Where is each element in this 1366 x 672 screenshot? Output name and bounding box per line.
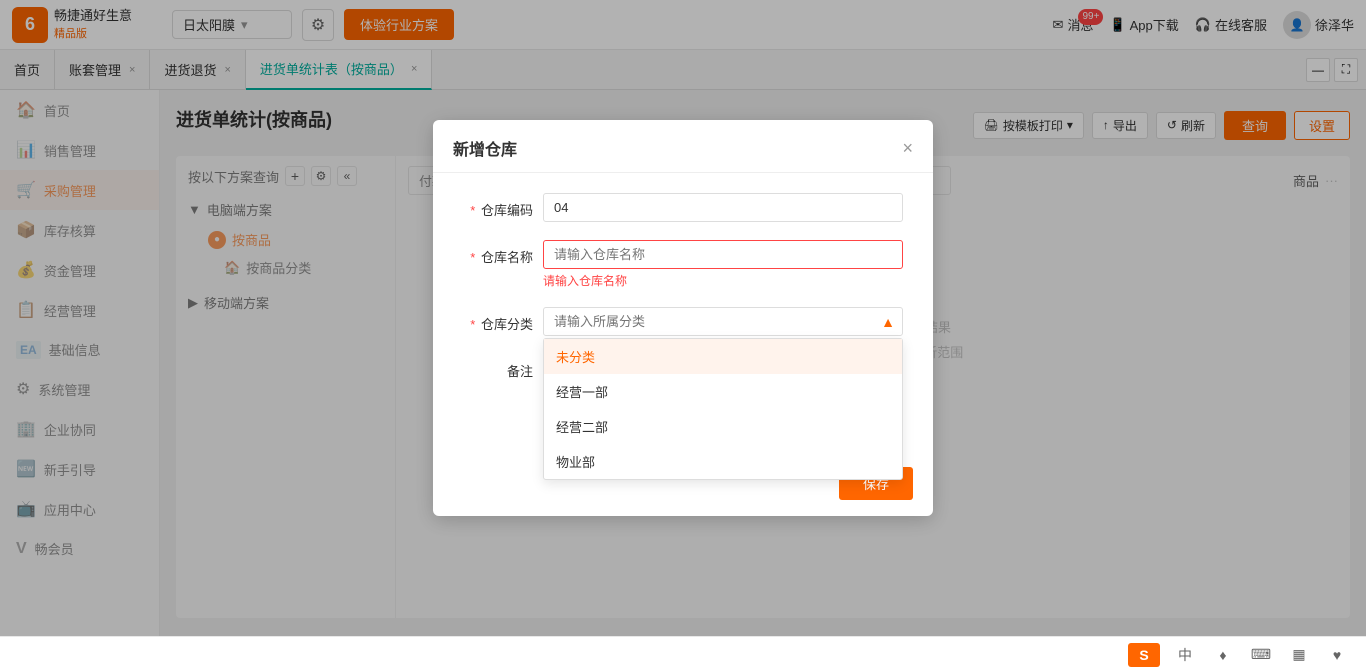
keyboard-icon[interactable]: ⌨ [1248,642,1274,668]
chinese-icon[interactable]: 中 [1172,642,1198,668]
name-error-msg: 请输入仓库名称 [543,272,903,289]
category-control: ▲ 未分类 经营一部 经营二部 物业部 [543,307,903,336]
category-dropdown: 未分类 经营一部 经营二部 物业部 [543,338,903,480]
name-control: 请输入仓库名称 [543,240,903,289]
note-label: 备注 [463,354,533,380]
name-input[interactable] [543,240,903,269]
status-bar: S 中 ♦ ⌨ ▦ ♥ [0,636,1366,672]
dialog-body: * 仓库编码 * 仓库名称 请输入仓库名称 [433,173,933,455]
code-input[interactable] [543,193,903,222]
name-required-star: * [470,250,475,265]
category-field-row: * 仓库分类 ▲ 未分类 经营一部 经营二部 物业部 [463,307,903,336]
name-label: * 仓库名称 [463,240,533,266]
name-field-row: * 仓库名称 请输入仓库名称 [463,240,903,289]
code-control [543,193,903,222]
s-logo: S [1128,643,1160,667]
dropdown-item-property[interactable]: 物业部 [544,444,902,479]
dialog-title: 新增仓库 [453,136,517,160]
dialog-overlay: 新增仓库 × * 仓库编码 * 仓库名称 [0,0,1366,636]
dialog-close-button[interactable]: × [902,138,913,159]
category-label: * 仓库分类 [463,307,533,333]
heart-icon[interactable]: ♥ [1324,642,1350,668]
dropdown-item-ops2[interactable]: 经营二部 [544,409,902,444]
code-required-star: * [470,203,475,218]
new-warehouse-dialog: 新增仓库 × * 仓库编码 * 仓库名称 [433,120,933,516]
category-required-star: * [470,317,475,332]
category-input[interactable] [543,307,903,336]
dropdown-item-ops1[interactable]: 经营一部 [544,374,902,409]
category-select-wrapper: ▲ 未分类 经营一部 经营二部 物业部 [543,307,903,336]
dropdown-item-uncategorized[interactable]: 未分类 [544,339,902,374]
dot-icon[interactable]: ♦ [1210,642,1236,668]
dialog-header: 新增仓库 × [433,120,933,173]
code-field-row: * 仓库编码 [463,193,903,222]
grid-icon[interactable]: ▦ [1286,642,1312,668]
code-label: * 仓库编码 [463,193,533,219]
